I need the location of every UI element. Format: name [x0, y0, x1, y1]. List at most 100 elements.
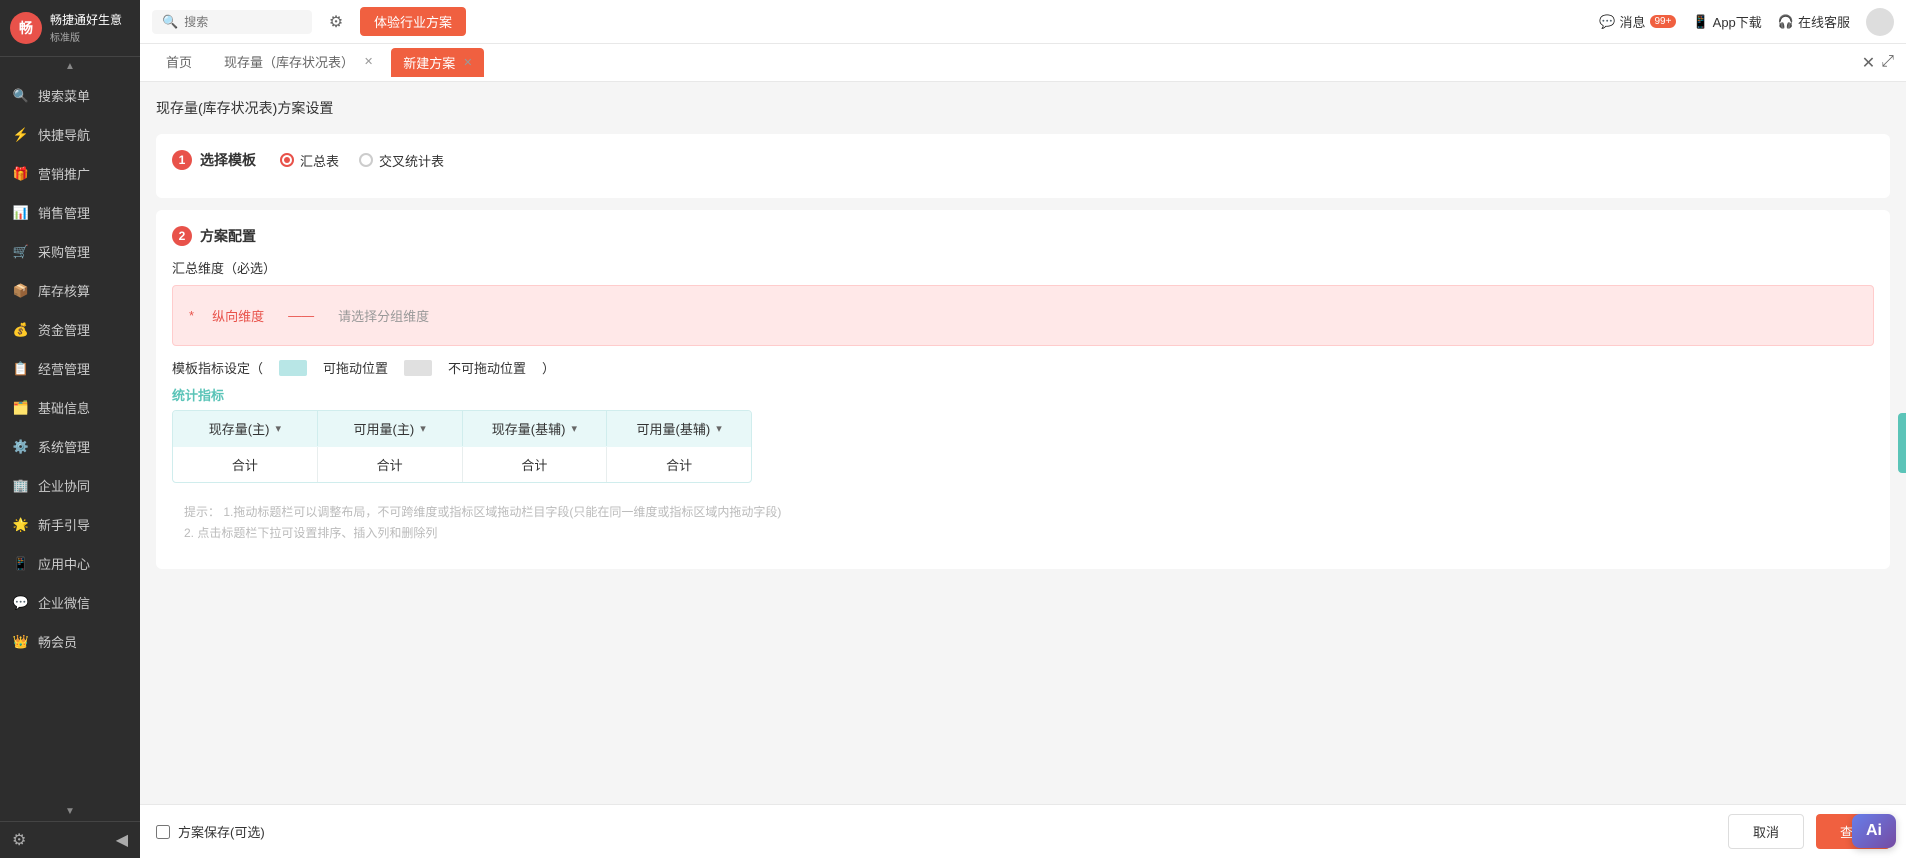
required-mark: * — [189, 308, 194, 323]
sidebar-item-app-center[interactable]: 📱 应用中心 — [0, 544, 140, 583]
content-area: 现存量(库存状况表)方案设置 1 选择模板 汇总表 交叉统计表 — [140, 82, 1906, 804]
sidebar-item-new-guide[interactable]: 🌟 新手引导 — [0, 505, 140, 544]
stats-col-0[interactable]: 现存量(主) ▾ — [173, 411, 318, 446]
chevron-down-icon-3[interactable]: ▾ — [716, 422, 722, 435]
tab-inventory-status[interactable]: 现存量（库存状况表） ✕ — [210, 46, 387, 79]
sidebar-item-label-member: 畅会员 — [38, 632, 77, 651]
sidebar-item-sales[interactable]: 📊 销售管理 — [0, 193, 140, 232]
radio-summary-circle — [280, 153, 294, 167]
sidebar-bottom: ⚙ ◀ — [0, 821, 140, 858]
non-draggable-indicator — [404, 360, 432, 376]
chevron-down-icon-1[interactable]: ▾ — [420, 422, 426, 435]
search-icon: 🔍 — [162, 14, 178, 30]
dimension-box[interactable]: * 纵向维度 —— 请选择分组维度 — [172, 285, 1874, 346]
tab-new-plan[interactable]: 新建方案 ✕ — [391, 48, 484, 77]
summary-dimension-label: 汇总维度（必选） — [172, 258, 1874, 277]
app-icon: 📱 — [1692, 14, 1708, 30]
service-button[interactable]: 🎧 在线客服 — [1778, 12, 1850, 31]
step2-section: 2 方案配置 汇总维度（必选） * 纵向维度 —— 请选择分组维度 模板指标设定… — [156, 210, 1890, 569]
window-expand-icon[interactable]: ⤢ — [1881, 53, 1894, 73]
step2-title: 方案配置 — [200, 226, 256, 246]
sidebar-item-member[interactable]: 👑 畅会员 — [0, 622, 140, 661]
radio-summary[interactable]: 汇总表 — [280, 151, 339, 170]
stats-col-3[interactable]: 可用量(基辅) ▾ — [607, 411, 751, 446]
wechat-icon: 💬 — [12, 594, 30, 612]
sidebar-item-inventory[interactable]: 📦 库存核算 — [0, 271, 140, 310]
radio-crosstab[interactable]: 交叉统计表 — [359, 151, 444, 170]
chevron-down-icon-0[interactable]: ▾ — [275, 422, 281, 435]
main-content: 🔍 ⚙ 体验行业方案 💬 消息 99+ 📱 App下载 🎧 在线客服 首页 — [140, 0, 1906, 858]
sidebar-item-operations[interactable]: 📋 经营管理 — [0, 349, 140, 388]
stats-col-1[interactable]: 可用量(主) ▾ — [318, 411, 463, 446]
sidebar-item-purchase[interactable]: 🛒 采购管理 — [0, 232, 140, 271]
bottom-bar: 方案保存(可选) 取消 查询 — [140, 804, 1906, 858]
sidebar-item-label-system: 系统管理 — [38, 437, 90, 456]
topbar: 🔍 ⚙ 体验行业方案 💬 消息 99+ 📱 App下载 🎧 在线客服 — [140, 0, 1906, 44]
sidebar-item-quick-nav[interactable]: ⚡ 快捷导航 — [0, 115, 140, 154]
sidebar-scroll-up[interactable]: ▲ — [0, 57, 140, 76]
app-name: 畅捷通好生意 — [50, 12, 122, 29]
dimension-separator: —— — [288, 308, 314, 323]
sales-icon: 📊 — [12, 204, 30, 222]
app-download-button[interactable]: 📱 App下载 — [1692, 12, 1761, 31]
sidebar-logo: 畅 畅捷通好生意 标准版 — [0, 0, 140, 57]
trial-button[interactable]: 体验行业方案 — [360, 7, 466, 36]
collapse-icon[interactable]: ◀ — [116, 830, 128, 850]
stats-section: 统计指标 现存量(主) ▾ 可用量(主) ▾ 现存量(基辅) — [172, 385, 1874, 483]
gear-icon[interactable]: ⚙ — [322, 8, 350, 36]
member-icon: 👑 — [12, 633, 30, 651]
settings-icon[interactable]: ⚙ — [12, 830, 26, 850]
template-indicator: 模板指标设定（ 可拖动位置 不可拖动位置 ） — [172, 358, 1874, 377]
tip-1: 提示： 1.拖动标题栏可以调整布局，不可跨维度或指标区域拖动栏目字段(只能在同一… — [184, 503, 1862, 520]
dimension-placeholder: 请选择分组维度 — [338, 306, 429, 325]
search-input[interactable] — [184, 15, 302, 29]
sidebar-item-label-wechat: 企业微信 — [38, 593, 90, 612]
sidebar-item-corp[interactable]: 🏢 企业协同 — [0, 466, 140, 505]
message-icon: 💬 — [1599, 14, 1615, 30]
topbar-right: 💬 消息 99+ 📱 App下载 🎧 在线客服 — [1599, 8, 1894, 36]
sidebar-item-marketing[interactable]: 🎁 营销推广 — [0, 154, 140, 193]
stats-col-2[interactable]: 现存量(基辅) ▾ — [463, 411, 608, 446]
sidebar-item-search[interactable]: 🔍 搜索菜单 — [0, 76, 140, 115]
ai-button[interactable]: Ai — [1852, 814, 1896, 848]
app-center-icon: 📱 — [12, 555, 30, 573]
cancel-button[interactable]: 取消 — [1728, 814, 1804, 849]
tab-home[interactable]: 首页 — [152, 46, 206, 79]
save-checkbox[interactable] — [156, 825, 170, 839]
tab-new-plan-close-icon[interactable]: ✕ — [463, 56, 472, 69]
stats-table-header: 现存量(主) ▾ 可用量(主) ▾ 现存量(基辅) ▾ 可用量(基辅) — [173, 411, 751, 446]
stats-table-row: 合计 合计 合计 合计 — [173, 446, 751, 482]
message-button[interactable]: 💬 消息 99+ — [1599, 12, 1676, 31]
finance-icon: 💰 — [12, 321, 30, 339]
window-close-icon[interactable]: ✕ — [1862, 53, 1875, 73]
template-radio-group: 汇总表 交叉统计表 — [280, 151, 444, 170]
stats-cell-0-1: 合计 — [318, 447, 463, 482]
tip-2: 2. 点击标题栏下拉可设置排序、插入列和删除列 — [184, 524, 1862, 541]
service-icon: 🎧 — [1778, 14, 1794, 30]
operations-icon: 📋 — [12, 360, 30, 378]
sidebar-item-label-purchase: 采购管理 — [38, 242, 90, 261]
sidebar-item-wechat[interactable]: 💬 企业微信 — [0, 583, 140, 622]
sidebar: 畅 畅捷通好生意 标准版 ▲ 🔍 搜索菜单 ⚡ 快捷导航 🎁 营销推广 📊 销售… — [0, 0, 140, 858]
new-guide-icon: 🌟 — [12, 516, 30, 534]
basic-info-icon: 🗂️ — [12, 399, 30, 417]
quick-nav-icon: ⚡ — [12, 126, 30, 144]
right-drag-handle[interactable] — [1898, 413, 1906, 473]
system-icon: ⚙️ — [12, 438, 30, 456]
sidebar-item-system[interactable]: ⚙️ 系统管理 — [0, 427, 140, 466]
purchase-icon: 🛒 — [12, 243, 30, 261]
stats-label: 统计指标 — [172, 385, 1874, 404]
sidebar-scroll-down[interactable]: ▼ — [0, 802, 140, 821]
tab-inventory-close-icon[interactable]: ✕ — [364, 55, 373, 68]
sidebar-item-label-operations: 经营管理 — [38, 359, 90, 378]
marketing-icon: 🎁 — [12, 165, 30, 183]
sidebar-item-label-sales: 销售管理 — [38, 203, 90, 222]
sidebar-item-basic-info[interactable]: 🗂️ 基础信息 — [0, 388, 140, 427]
user-avatar[interactable] — [1866, 8, 1894, 36]
sidebar-item-label-quick-nav: 快捷导航 — [38, 125, 90, 144]
sidebar-item-finance[interactable]: 💰 资金管理 — [0, 310, 140, 349]
chevron-down-icon-2[interactable]: ▾ — [571, 422, 577, 435]
stats-cell-0-2: 合计 — [463, 447, 608, 482]
search-box[interactable]: 🔍 — [152, 10, 312, 34]
sidebar-item-label-basic-info: 基础信息 — [38, 398, 90, 417]
